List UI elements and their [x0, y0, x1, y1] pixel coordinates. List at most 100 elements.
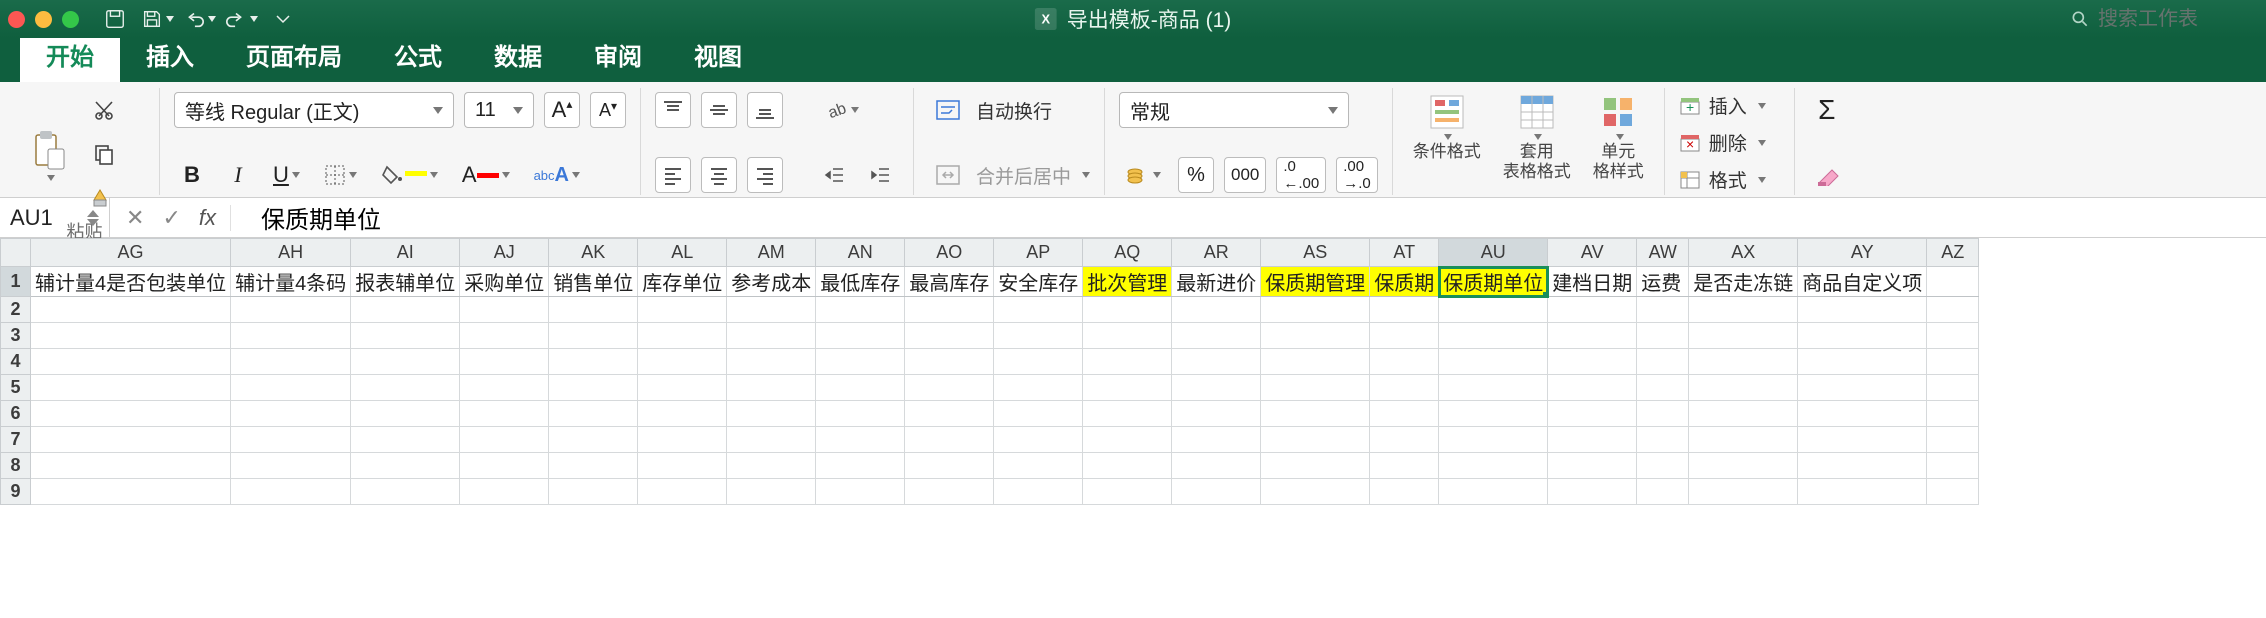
row-header-2[interactable]: 2: [1, 297, 31, 323]
column-header-AG[interactable]: AG: [31, 239, 231, 267]
cell-AW3[interactable]: [1637, 323, 1689, 349]
cell-AM1[interactable]: 参考成本: [727, 267, 816, 297]
cell-AL5[interactable]: [638, 375, 727, 401]
cut-button[interactable]: [84, 92, 124, 128]
cell-AL7[interactable]: [638, 427, 727, 453]
comma-button[interactable]: 000: [1224, 157, 1266, 193]
cell-AY5[interactable]: [1798, 375, 1927, 401]
cell-AL8[interactable]: [638, 453, 727, 479]
font-name-combo[interactable]: 等线 Regular (正文): [174, 92, 454, 128]
cell-AX6[interactable]: [1689, 401, 1798, 427]
orientation-button[interactable]: ab: [817, 92, 866, 128]
cell-AH7[interactable]: [231, 427, 351, 453]
cell-AS2[interactable]: [1261, 297, 1370, 323]
save-icon[interactable]: [139, 6, 175, 32]
cell-AR8[interactable]: [1172, 453, 1261, 479]
autosave-icon[interactable]: [97, 6, 133, 32]
cell-AN4[interactable]: [816, 349, 905, 375]
cell-AI7[interactable]: [351, 427, 460, 453]
cell-AY8[interactable]: [1798, 453, 1927, 479]
cell-AX8[interactable]: [1689, 453, 1798, 479]
cell-AS7[interactable]: [1261, 427, 1370, 453]
cell-AP7[interactable]: [994, 427, 1083, 453]
cell-AV2[interactable]: [1548, 297, 1637, 323]
cell-AR2[interactable]: [1172, 297, 1261, 323]
cell-AU8[interactable]: [1439, 453, 1548, 479]
search-area[interactable]: [2070, 8, 2258, 31]
cell-styles-button[interactable]: 单元 格样式: [1587, 92, 1650, 181]
align-bottom-button[interactable]: [747, 92, 783, 128]
cell-AJ8[interactable]: [460, 453, 549, 479]
cell-AG7[interactable]: [31, 427, 231, 453]
cell-AO9[interactable]: [905, 479, 994, 505]
cell-AW1[interactable]: 运费: [1637, 267, 1689, 297]
cell-AI3[interactable]: [351, 323, 460, 349]
cell-AO8[interactable]: [905, 453, 994, 479]
cell-AK2[interactable]: [549, 297, 638, 323]
cell-AT2[interactable]: [1370, 297, 1439, 323]
italic-button[interactable]: I: [220, 157, 256, 193]
cell-AX3[interactable]: [1689, 323, 1798, 349]
cell-AK8[interactable]: [549, 453, 638, 479]
cell-AK4[interactable]: [549, 349, 638, 375]
search-input[interactable]: [2098, 8, 2258, 31]
cell-AY9[interactable]: [1798, 479, 1927, 505]
cell-AM2[interactable]: [727, 297, 816, 323]
cell-AQ9[interactable]: [1083, 479, 1172, 505]
cell-AH1[interactable]: 辅计量4条码: [231, 267, 351, 297]
row-header-3[interactable]: 3: [1, 323, 31, 349]
cell-AP8[interactable]: [994, 453, 1083, 479]
cell-AW5[interactable]: [1637, 375, 1689, 401]
column-header-AI[interactable]: AI: [351, 239, 460, 267]
cell-AK9[interactable]: [549, 479, 638, 505]
wrap-text-label[interactable]: 自动换行: [976, 97, 1052, 124]
cell-AH6[interactable]: [231, 401, 351, 427]
format-cells-button[interactable]: 格式: [1679, 166, 1780, 193]
cell-AL9[interactable]: [638, 479, 727, 505]
cell-AK5[interactable]: [549, 375, 638, 401]
column-header-AZ[interactable]: AZ: [1927, 239, 1979, 267]
customize-qat-icon[interactable]: [265, 6, 301, 32]
cell-AV6[interactable]: [1548, 401, 1637, 427]
cell-AN2[interactable]: [816, 297, 905, 323]
column-header-AW[interactable]: AW: [1637, 239, 1689, 267]
cell-AZ8[interactable]: [1927, 453, 1979, 479]
cell-AS9[interactable]: [1261, 479, 1370, 505]
cell-AO7[interactable]: [905, 427, 994, 453]
cell-AN3[interactable]: [816, 323, 905, 349]
cell-AZ4[interactable]: [1927, 349, 1979, 375]
cell-AZ7[interactable]: [1927, 427, 1979, 453]
percent-button[interactable]: %: [1178, 157, 1214, 193]
cell-AT4[interactable]: [1370, 349, 1439, 375]
cell-AG2[interactable]: [31, 297, 231, 323]
cell-AG1[interactable]: 辅计量4是否包装单位: [31, 267, 231, 297]
row-header-6[interactable]: 6: [1, 401, 31, 427]
cell-AL2[interactable]: [638, 297, 727, 323]
cell-AP3[interactable]: [994, 323, 1083, 349]
align-top-button[interactable]: [655, 92, 691, 128]
cell-AG4[interactable]: [31, 349, 231, 375]
column-header-AT[interactable]: AT: [1370, 239, 1439, 267]
cell-AK6[interactable]: [549, 401, 638, 427]
copy-button[interactable]: [84, 136, 124, 172]
cell-AP4[interactable]: [994, 349, 1083, 375]
borders-button[interactable]: [317, 157, 364, 193]
cell-AM5[interactable]: [727, 375, 816, 401]
cell-AP5[interactable]: [994, 375, 1083, 401]
cell-AL3[interactable]: [638, 323, 727, 349]
cell-AX4[interactable]: [1689, 349, 1798, 375]
close-window-button[interactable]: [8, 11, 25, 28]
cell-AR3[interactable]: [1172, 323, 1261, 349]
cell-AQ2[interactable]: [1083, 297, 1172, 323]
cell-AZ1[interactable]: [1927, 267, 1979, 297]
cell-AJ7[interactable]: [460, 427, 549, 453]
cell-AV3[interactable]: [1548, 323, 1637, 349]
cell-AG9[interactable]: [31, 479, 231, 505]
cell-AM7[interactable]: [727, 427, 816, 453]
cell-AU1[interactable]: 保质期单位: [1439, 267, 1548, 297]
cell-AT9[interactable]: [1370, 479, 1439, 505]
merge-center-icon[interactable]: [928, 157, 968, 193]
cancel-formula-button[interactable]: ✕: [126, 205, 144, 231]
autosum-button[interactable]: Σ: [1809, 92, 1845, 128]
zoom-window-button[interactable]: [62, 11, 79, 28]
